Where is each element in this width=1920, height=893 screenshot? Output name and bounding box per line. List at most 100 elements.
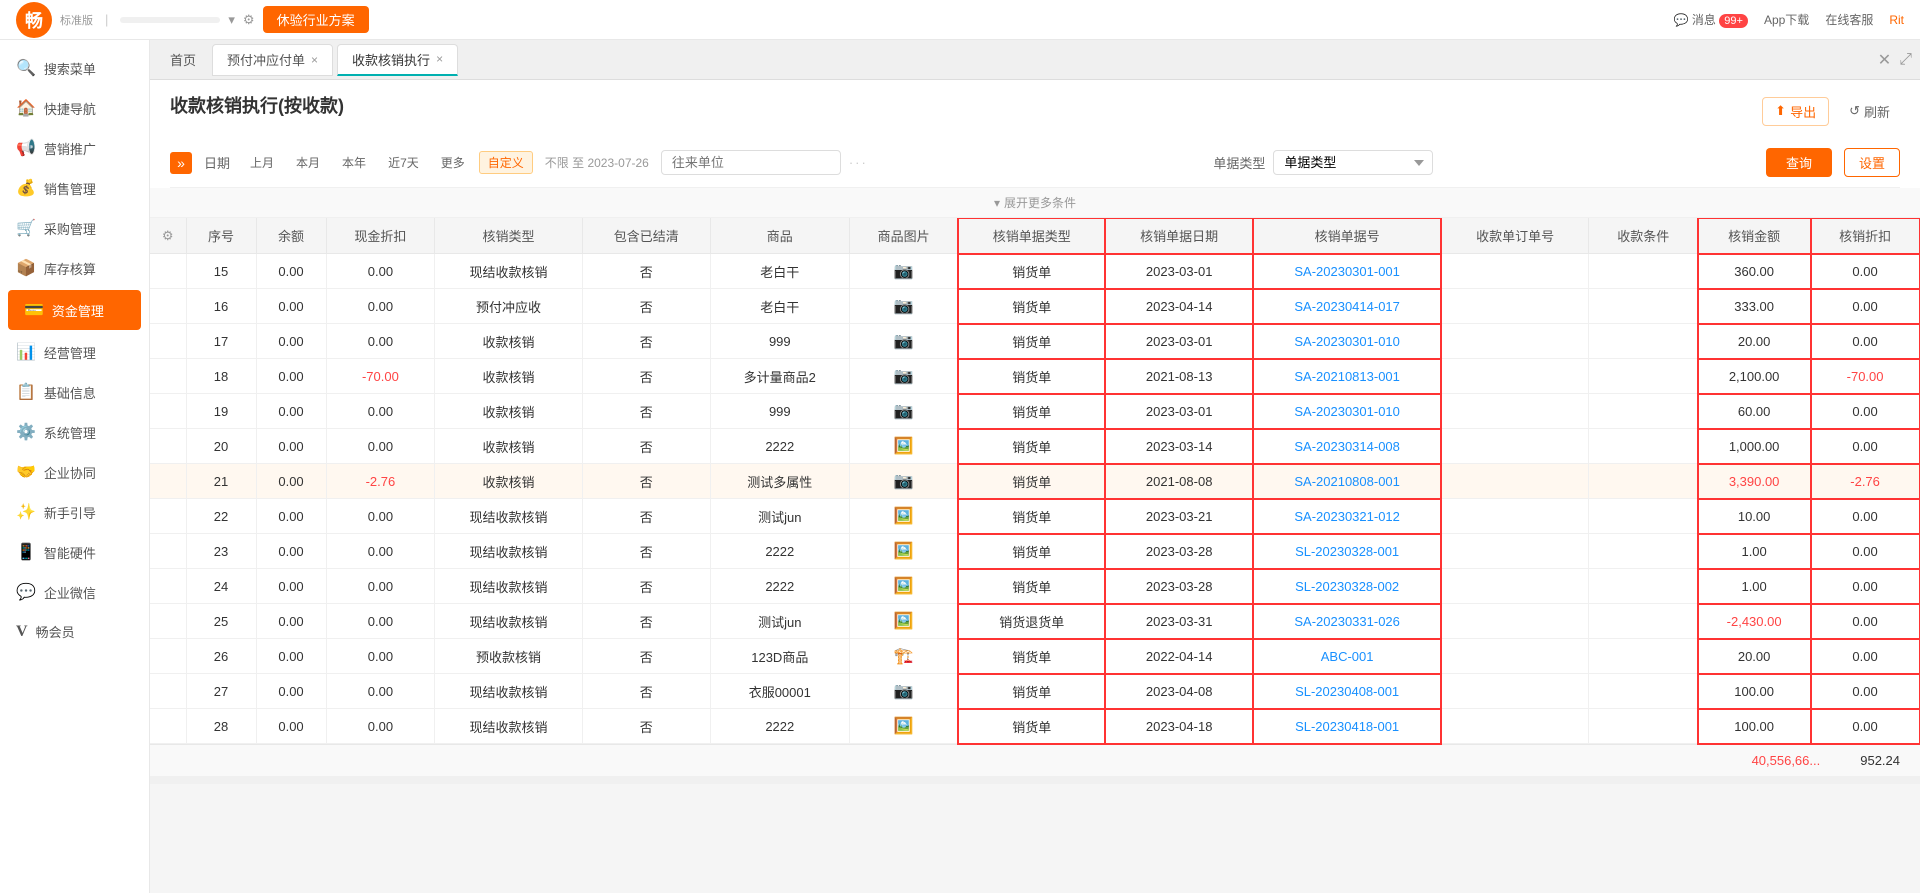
doc-no-link[interactable]: SL-20230328-002 <box>1295 579 1399 594</box>
doc-no-link[interactable]: SA-20230301-010 <box>1294 404 1400 419</box>
cell-product-image: 🖼️ <box>849 499 958 534</box>
scrollbar-area[interactable] <box>150 776 1920 784</box>
cell-verify-type: 现结收款核销 <box>435 534 582 569</box>
th-settings[interactable]: ⚙ <box>150 218 186 254</box>
cell-verify-type: 收款核销 <box>435 324 582 359</box>
doc-no-link[interactable]: ABC-001 <box>1321 649 1374 664</box>
doc-no-link[interactable]: SA-20210808-001 <box>1294 474 1400 489</box>
cell-receipt-cond <box>1589 254 1698 289</box>
cell-cash-discount: 0.00 <box>326 394 435 429</box>
filter-bar: » 日期 上月 本月 本年 近7天 更多 自定义 不限 至 2023-07-26 <box>170 140 1900 188</box>
cell-doc-no[interactable]: SA-20210813-001 <box>1253 359 1441 394</box>
cell-doc-no[interactable]: SA-20230301-010 <box>1253 394 1441 429</box>
expand-filter-btn[interactable]: » <box>170 152 192 174</box>
receipt-type-select[interactable]: 单据类型 <box>1273 150 1433 175</box>
maximize-icon[interactable]: ⤢ <box>1899 51 1912 69</box>
industry-btn[interactable]: 休验行业方案 <box>263 6 369 33</box>
cell-verify-type: 现结收款核销 <box>435 499 582 534</box>
settings-filter-btn[interactable]: 设置 <box>1844 148 1900 177</box>
sidebar-item-enterprise[interactable]: 🤝 企业协同 <box>0 452 149 492</box>
online-service[interactable]: 在线客服 <box>1825 11 1873 28</box>
app-download[interactable]: App下载 <box>1764 11 1809 28</box>
cell-seq: 24 <box>186 569 256 604</box>
cell-doc-no[interactable]: SA-20230301-010 <box>1253 324 1441 359</box>
date-7days[interactable]: 近7天 <box>380 152 427 173</box>
doc-no-link[interactable]: SA-20230301-001 <box>1294 264 1400 279</box>
cell-product-image: 📷 <box>849 254 958 289</box>
dropdown-arrow-icon[interactable]: ▾ <box>228 12 235 28</box>
sidebar-item-wechat[interactable]: 💬 企业微信 <box>0 572 149 612</box>
sidebar-item-search[interactable]: 🔍 搜索菜单 <box>0 48 149 88</box>
sidebar-item-quicknav[interactable]: 🏠 快捷导航 <box>0 88 149 128</box>
doc-no-link[interactable]: SL-20230328-001 <box>1295 544 1399 559</box>
doc-no-link[interactable]: SA-20230314-008 <box>1294 439 1400 454</box>
doc-no-link[interactable]: SA-20210813-001 <box>1294 369 1400 384</box>
tab-prepay-close[interactable]: × <box>311 53 318 67</box>
cell-doc-no[interactable]: SL-20230328-001 <box>1253 534 1441 569</box>
tab-receipt-verify[interactable]: 收款核销执行 × <box>337 44 458 76</box>
date-last-month[interactable]: 上月 <box>242 152 282 173</box>
gear-icon[interactable]: ⚙ <box>243 12 255 28</box>
cell-amount: 3,390.00 <box>1698 464 1811 499</box>
cell-doc-no[interactable]: SA-20230321-012 <box>1253 499 1441 534</box>
cell-amount: 1,000.00 <box>1698 429 1811 464</box>
search-bar[interactable] <box>120 17 220 23</box>
sidebar-item-smarthw[interactable]: 📱 智能硬件 <box>0 532 149 572</box>
cell-doc-no[interactable]: SA-20230331-026 <box>1253 604 1441 639</box>
counterparty-input[interactable] <box>661 150 841 175</box>
date-more[interactable]: 更多 <box>433 152 473 173</box>
doc-no-link[interactable]: SL-20230418-001 <box>1295 719 1399 734</box>
sidebar-item-capital[interactable]: 💳 资金管理 <box>8 290 141 330</box>
sidebar-item-business[interactable]: 📊 经营管理 <box>0 332 149 372</box>
cell-doc-no[interactable]: SL-20230328-002 <box>1253 569 1441 604</box>
cell-doc-no[interactable]: SL-20230408-001 <box>1253 674 1441 709</box>
expand-more-btn[interactable]: ▾ 展开更多条件 <box>994 194 1076 211</box>
cell-doc-no[interactable]: SL-20230418-001 <box>1253 709 1441 744</box>
refresh-btn[interactable]: ↺ 刷新 <box>1839 97 1900 126</box>
messages-icon[interactable]: 💬 消息 99+ <box>1674 11 1748 28</box>
close-window-icon[interactable]: ✕ <box>1878 50 1891 70</box>
date-this-year[interactable]: 本年 <box>334 152 374 173</box>
doc-no-link[interactable]: SA-20230321-012 <box>1294 509 1400 524</box>
cell-discount: 0.00 <box>1811 499 1920 534</box>
main-content: 首页 预付冲应付单 × 收款核销执行 × ✕ ⤢ 收款核销执行(按收款) <box>150 40 1920 893</box>
cell-receipt-order <box>1441 674 1588 709</box>
sidebar-item-member[interactable]: V 畅会员 <box>0 612 149 651</box>
th-cash-discount: 现金折扣 <box>326 218 435 254</box>
sidebar-item-purchase[interactable]: 🛒 采购管理 <box>0 208 149 248</box>
table-header-row: ⚙ 序号 余额 现金折扣 核销类型 包含已结清 商品 商品图片 核销单据类型 核… <box>150 218 1920 254</box>
sidebar-item-marketing[interactable]: 📢 营销推广 <box>0 128 149 168</box>
cell-doc-no[interactable]: SA-20230314-008 <box>1253 429 1441 464</box>
cell-doc-date: 2022-04-14 <box>1105 639 1252 674</box>
tab-prepay[interactable]: 预付冲应付单 × <box>212 44 333 76</box>
doc-no-link[interactable]: SA-20230414-017 <box>1294 299 1400 314</box>
sidebar-item-inventory[interactable]: 📦 库存核算 <box>0 248 149 288</box>
date-custom[interactable]: 自定义 <box>479 151 533 174</box>
tab-actions: ✕ ⤢ <box>1878 50 1912 70</box>
date-label: 日期 <box>204 153 230 172</box>
tab-receipt-verify-close[interactable]: × <box>436 52 443 66</box>
cell-doc-no[interactable]: SA-20230301-001 <box>1253 254 1441 289</box>
sidebar-item-guide[interactable]: ✨ 新手引导 <box>0 492 149 532</box>
sidebar-item-system[interactable]: ⚙️ 系统管理 <box>0 412 149 452</box>
user-name[interactable]: Rit <box>1889 13 1904 27</box>
cell-balance: 0.00 <box>256 604 326 639</box>
doc-no-link[interactable]: SA-20230301-010 <box>1294 334 1400 349</box>
sidebar-item-basicinfo[interactable]: 📋 基础信息 <box>0 372 149 412</box>
sidebar-item-sales[interactable]: 💰 销售管理 <box>0 168 149 208</box>
date-this-month[interactable]: 本月 <box>288 152 328 173</box>
cell-doc-type: 销货单 <box>958 254 1105 289</box>
doc-no-link[interactable]: SL-20230408-001 <box>1295 684 1399 699</box>
cell-doc-no[interactable]: SA-20210808-001 <box>1253 464 1441 499</box>
counterparty-dots[interactable]: ··· <box>849 155 868 170</box>
cell-doc-no[interactable]: ABC-001 <box>1253 639 1441 674</box>
cell-receipt-cond <box>1589 709 1698 744</box>
export-btn[interactable]: ⬆ 导出 <box>1762 97 1829 126</box>
tab-home[interactable]: 首页 <box>158 50 208 69</box>
doc-no-link[interactable]: SA-20230331-026 <box>1294 614 1400 629</box>
tab-bar: 首页 预付冲应付单 × 收款核销执行 × ✕ ⤢ <box>150 40 1920 80</box>
cell-doc-no[interactable]: SA-20230414-017 <box>1253 289 1441 324</box>
sidebar: 🔍 搜索菜单 🏠 快捷导航 📢 营销推广 💰 销售管理 🛒 采购管理 📦 库存核… <box>0 40 150 893</box>
cell-seq: 28 <box>186 709 256 744</box>
query-btn[interactable]: 查询 <box>1766 148 1832 177</box>
